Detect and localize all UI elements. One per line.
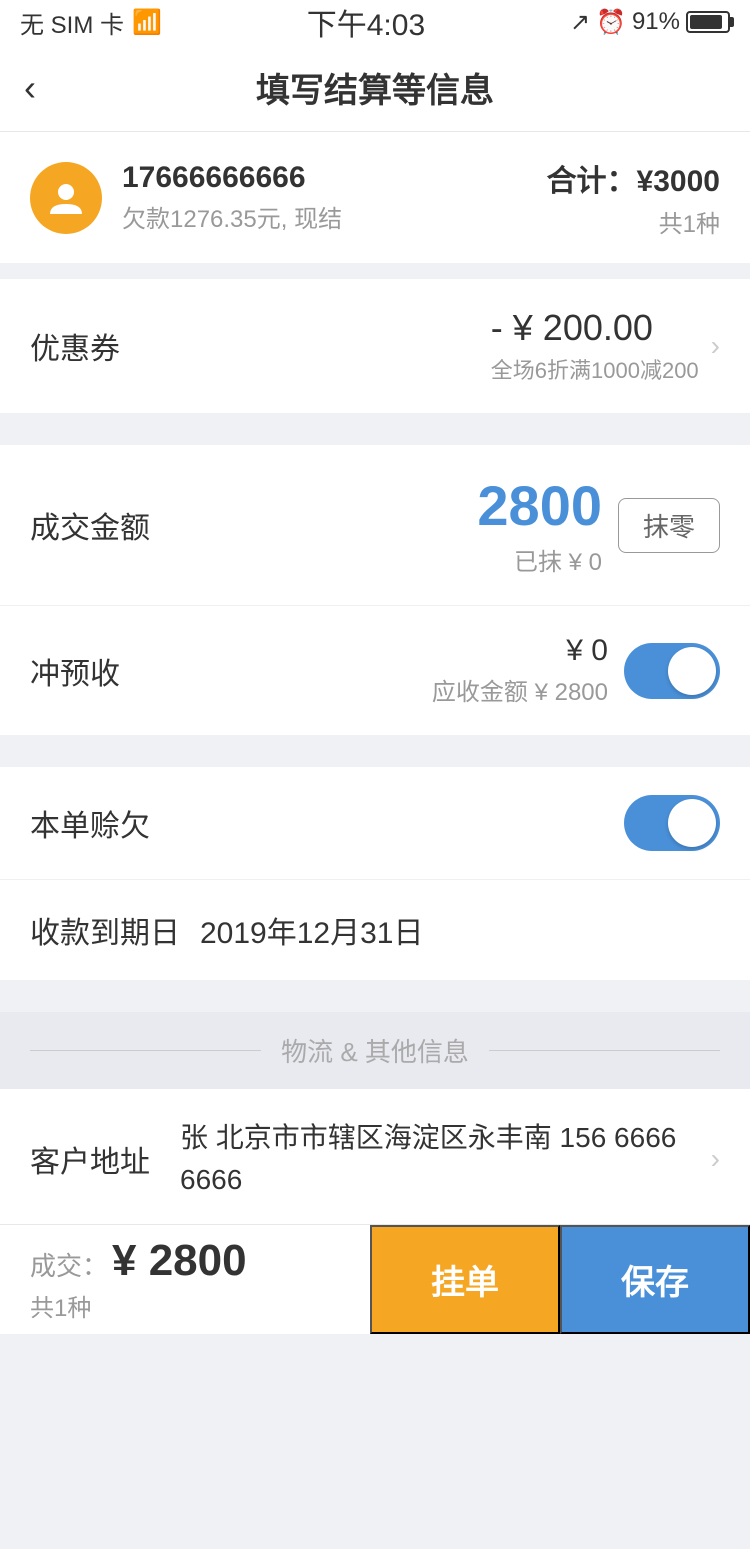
coupon-desc: 全场6折满1000减200 — [491, 353, 699, 385]
prepay-toggle[interactable] — [624, 643, 720, 699]
coupon-amount: - ¥ 200.00 — [491, 307, 699, 349]
due-date-container: 收款到期日 2019年12月31日 — [30, 908, 423, 952]
chevron-icon: › — [711, 330, 720, 362]
address-row[interactable]: 客户地址 张 北京市市辖区海淀区永丰南 156 6666 6666 › — [0, 1089, 750, 1229]
save-button[interactable]: 保存 — [560, 1225, 750, 1334]
due-date-row: 收款到期日 2019年12月31日 — [0, 880, 750, 980]
user-count: 共1种 — [547, 204, 720, 239]
logistics-text: 物流 & 其他信息 — [281, 1032, 469, 1069]
back-button[interactable]: ‹ — [24, 67, 36, 109]
amount-col: 2800 已抹 ¥ 0 — [477, 473, 602, 577]
address-chevron-icon: › — [711, 1143, 720, 1175]
user-info-row: 17666666666 欠款1276.35元, 现结 合计：¥3000 共1种 — [0, 132, 750, 263]
bottom-total-label: 成交： — [30, 1246, 108, 1283]
section-divider-1 — [0, 429, 750, 445]
avatar — [30, 162, 102, 234]
coupon-label: 优惠券 — [30, 324, 120, 368]
status-right: ↗ ⏰ 91% — [570, 8, 730, 37]
user-total: 合计：¥3000 — [547, 156, 720, 200]
transaction-row: 成交金额 2800 已抹 ¥ 0 抹零 — [0, 445, 750, 606]
user-right: 合计：¥3000 共1种 — [547, 156, 720, 239]
address-value: 张 北京市市辖区海淀区永丰南 156 6666 6666 — [180, 1117, 711, 1201]
credit-row: 本单赊欠 — [0, 767, 750, 880]
toggle-knob — [668, 647, 716, 695]
page-title: 填写结算等信息 — [256, 63, 494, 112]
status-bar: 无 SIM 卡 📶 下午4:03 ↗ ⏰ 91% — [0, 0, 750, 44]
coupon-right: - ¥ 200.00 全场6折满1000减200 › — [491, 307, 720, 385]
bottom-count: 共1种 — [30, 1288, 340, 1323]
user-phone: 17666666666 — [122, 161, 342, 195]
bottom-amount: ¥ 2800 — [112, 1236, 247, 1286]
logistics-line-left — [30, 1050, 261, 1051]
battery-fill — [690, 15, 722, 29]
credit-label: 本单赊欠 — [30, 801, 150, 845]
transaction-sub: 已抹 ¥ 0 — [514, 542, 602, 577]
credit-section: 本单赊欠 收款到期日 2019年12月31日 — [0, 767, 750, 980]
coupon-row[interactable]: 优惠券 - ¥ 200.00 全场6折满1000减200 › — [0, 279, 750, 413]
location-icon: ↗ — [570, 8, 590, 37]
user-info: 17666666666 欠款1276.35元, 现结 — [122, 161, 342, 234]
coupon-info: - ¥ 200.00 全场6折满1000减200 — [491, 307, 699, 385]
logistics-line-right — [489, 1050, 720, 1051]
credit-toggle[interactable] — [624, 795, 720, 851]
address-chevron: › — [711, 1143, 720, 1175]
section-divider-2 — [0, 751, 750, 767]
nav-bar: ‹ 填写结算等信息 — [0, 44, 750, 132]
content: 17666666666 欠款1276.35元, 现结 合计：¥3000 共1种 … — [0, 132, 750, 1549]
section-divider-3 — [0, 996, 750, 1012]
prepay-amount: ¥ 0 — [566, 634, 608, 668]
due-date-value: 2019年12月31日 — [200, 908, 423, 952]
credit-right — [624, 795, 720, 851]
battery-icon — [686, 11, 730, 33]
alarm-icon: ⏰ — [596, 8, 626, 37]
user-left: 17666666666 欠款1276.35元, 现结 — [30, 161, 342, 234]
prepay-sub: 应收金额 ¥ 2800 — [432, 672, 608, 707]
carrier-text: 无 SIM 卡 — [20, 5, 124, 40]
address-label: 客户地址 — [30, 1137, 150, 1181]
bottom-bar: 成交： ¥ 2800 共1种 挂单 保存 — [0, 1224, 750, 1334]
user-sub: 欠款1276.35元, 现结 — [122, 199, 342, 234]
prepay-col: ¥ 0 应收金额 ¥ 2800 — [432, 634, 608, 707]
credit-toggle-knob — [668, 799, 716, 847]
transaction-label: 成交金额 — [30, 503, 150, 547]
due-date-label: 收款到期日 — [30, 908, 180, 952]
status-left: 无 SIM 卡 📶 — [20, 5, 162, 40]
transaction-right: 2800 已抹 ¥ 0 抹零 — [477, 473, 720, 577]
transaction-section: 成交金额 2800 已抹 ¥ 0 抹零 冲预收 ¥ 0 应收金额 ¥ 2800 — [0, 445, 750, 735]
logistics-header: 物流 & 其他信息 — [0, 1012, 750, 1089]
prepay-label: 冲预收 — [30, 649, 120, 693]
hold-button[interactable]: 挂单 — [370, 1225, 560, 1334]
round-button[interactable]: 抹零 — [618, 498, 720, 553]
battery-percent: 91% — [632, 8, 680, 36]
bottom-info: 成交： ¥ 2800 共1种 — [0, 1236, 370, 1323]
prepay-right: ¥ 0 应收金额 ¥ 2800 — [432, 634, 720, 707]
status-time: 下午4:03 — [307, 0, 425, 44]
transaction-amount: 2800 — [477, 473, 602, 538]
wifi-icon: 📶 — [132, 8, 162, 37]
prepay-row: 冲预收 ¥ 0 应收金额 ¥ 2800 — [0, 606, 750, 735]
